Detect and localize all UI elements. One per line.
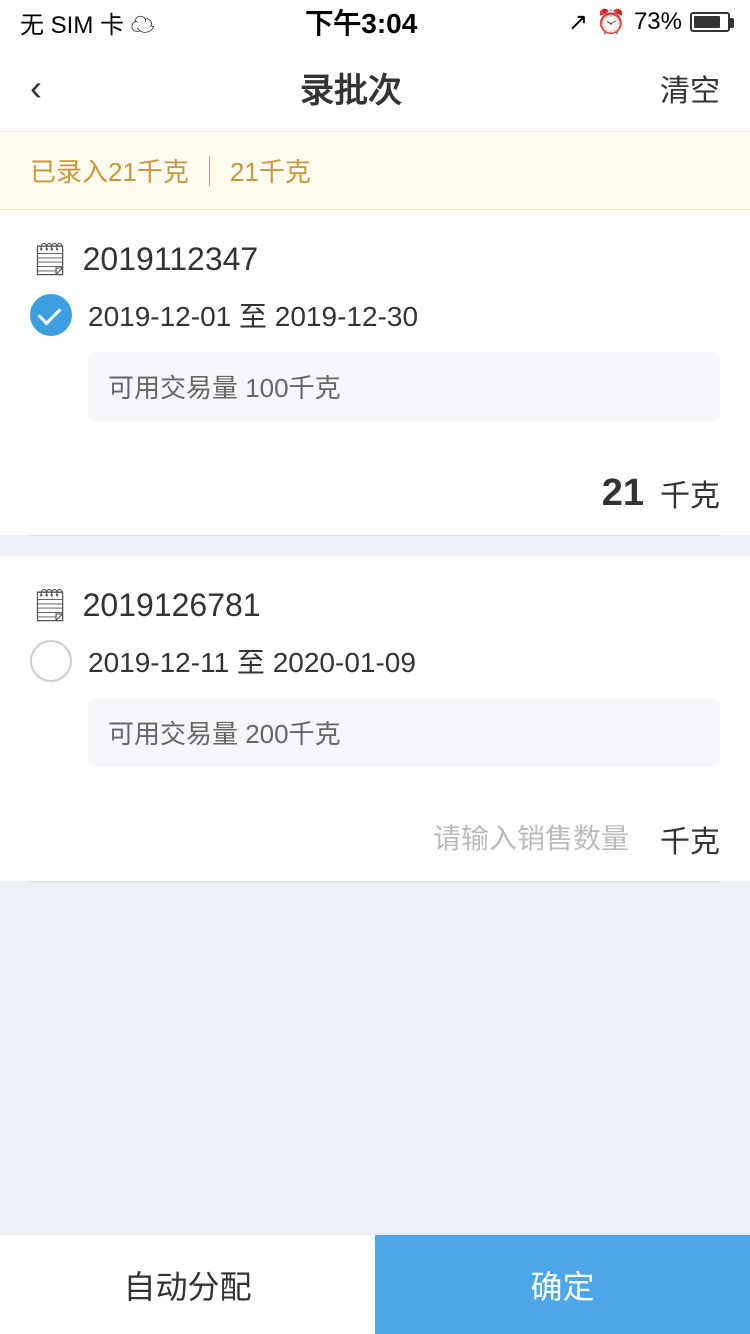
batch2-icon: 🗒 — [30, 586, 71, 624]
batch1-amount-row: 21 千克 — [0, 451, 750, 535]
recorded-value: 21千克 — [230, 152, 311, 189]
page-title: 录批次 — [300, 63, 402, 112]
bottom-bar: 自动分配 确定 — [0, 1234, 750, 1334]
batch2-date: 2019-12-11 至 2020-01-09 — [88, 641, 416, 681]
status-bar: 无 SIM 卡 ☁ 下午3:04 ↗ ⏰ 73% — [0, 0, 750, 44]
batch1-available: 可用交易量 100千克 — [88, 352, 720, 421]
batch1-id: 2019112347 — [83, 241, 259, 278]
batch1-amount-unit: 千克 — [660, 471, 720, 515]
location-icon: ↗ — [568, 8, 588, 37]
confirm-button[interactable]: 确定 — [375, 1235, 750, 1334]
section-divider — [0, 536, 750, 556]
batch1-date-row: 2019-12-01 至 2019-12-30 — [30, 294, 720, 336]
recorded-label: 已录入21千克 — [30, 152, 189, 189]
batch1-amount-value: 21 — [602, 472, 644, 515]
battery-icon — [690, 12, 730, 32]
status-time: 下午3:04 — [305, 2, 417, 42]
nav-bar: ‹ 录批次 清空 — [0, 44, 750, 132]
info-divider — [209, 156, 210, 186]
batch1-date: 2019-12-01 至 2019-12-30 — [88, 295, 418, 335]
status-right: ↗ ⏰ 73% — [568, 8, 730, 37]
batch2-radio[interactable] — [30, 640, 72, 682]
batch1-icon: 🗒 — [30, 240, 71, 278]
batch2-unit: 千克 — [660, 817, 720, 861]
batch2-header: 🗒 2019126781 — [30, 586, 720, 624]
batch1-radio[interactable] — [30, 294, 72, 336]
batch2-id: 2019126781 — [83, 587, 261, 624]
clear-button[interactable]: 清空 — [660, 66, 720, 110]
auto-distribute-button[interactable]: 自动分配 — [0, 1235, 375, 1334]
back-button[interactable]: ‹ — [30, 67, 42, 109]
alarm-icon: ⏰ — [596, 8, 626, 37]
batch1-card: 🗒 2019112347 2019-12-01 至 2019-12-30 可用交… — [0, 210, 750, 451]
batch1-header: 🗒 2019112347 — [30, 240, 720, 278]
batch2-qty-input[interactable] — [384, 822, 644, 856]
sim-text: 无 SIM 卡 ☁ — [20, 5, 155, 40]
status-left: 无 SIM 卡 ☁ — [20, 5, 155, 40]
batch2-card: 🗒 2019126781 2019-12-11 至 2020-01-09 可用交… — [0, 556, 750, 797]
batch2-input-row: 千克 — [0, 797, 750, 881]
batch2-date-row: 2019-12-11 至 2020-01-09 — [30, 640, 720, 682]
batch2-available: 可用交易量 200千克 — [88, 698, 720, 767]
battery-text: 73% — [634, 8, 682, 36]
info-bar: 已录入21千克 21千克 — [0, 132, 750, 210]
